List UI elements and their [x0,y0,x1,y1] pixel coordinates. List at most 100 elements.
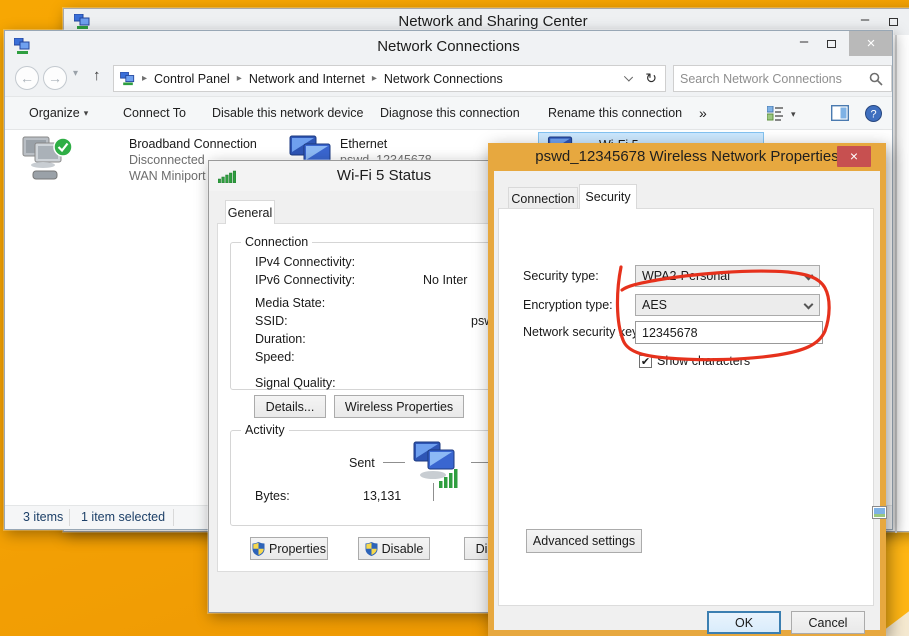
desktop: { "glyphs": { "minimize": "–", "close": … [0,0,909,636]
forward-button[interactable]: → [43,66,67,90]
tab-general-label: General [228,206,272,220]
disable-device-button[interactable]: Disable this network device [212,97,363,129]
cancel-button-label: Cancel [809,616,848,630]
sent-label: Sent [349,456,375,470]
back-button[interactable]: ← [15,66,39,90]
security-type-label: Security type: [523,269,599,283]
security-type-value: WPA2-Personal [642,269,730,283]
show-characters-checkbox[interactable]: ✔ [639,355,652,368]
search-placeholder: Search Network Connections [680,72,842,86]
nc-toolbar: Organize ▾ Connect To Disable this netwo… [5,96,892,130]
item-name: Broadband Connection [129,137,257,151]
preview-pane-icon[interactable] [831,105,849,121]
wireless-properties-button[interactable]: Wireless Properties [334,395,464,418]
connect-to-label: Connect To [123,106,186,120]
pd-titlebar: pswd_12345678 Wireless Network Propertie… [488,143,886,171]
nc-minimize-button[interactable]: – [791,31,817,57]
nsc-window-title: Network and Sharing Center [398,13,587,30]
broadband-connection-icon [21,135,73,185]
network-security-key-input[interactable]: 12345678 [635,321,823,344]
diagnose-connection-button[interactable]: Diagnose this connection [380,97,520,129]
sent-line [383,462,405,463]
item-status: Disconnected [129,153,205,167]
breadcrumb-network-connections[interactable]: Network Connections [384,72,503,86]
details-button[interactable]: Details... [254,395,326,418]
ipv6-value: No Inter [423,273,467,287]
uac-shield-icon [252,542,265,556]
pd-window-title: pswd_12345678 Wireless Network Propertie… [535,148,838,165]
details-button-label: Details... [266,400,315,414]
cancel-button[interactable]: Cancel [791,611,865,634]
tab-connection[interactable]: Connection [508,187,578,209]
up-button[interactable]: ↑ [93,67,101,84]
signal-quality-label: Signal Quality: [255,376,336,390]
list-item-broadband[interactable]: Broadband Connection Disconnected WAN Mi… [17,133,237,187]
bytes-label: Bytes: [255,489,290,503]
sw-properties-button[interactable]: Properties [250,537,328,560]
encryption-type-select[interactable]: AES [635,294,820,316]
connection-group-label: Connection [241,235,312,249]
sw-disable-button[interactable]: Disable [358,537,430,560]
ipv4-label: IPv4 Connectivity: [255,255,355,269]
advanced-settings-button[interactable]: Advanced settings [526,529,642,553]
tab-security-label: Security [585,190,630,204]
checkmark-icon: ✔ [641,356,650,368]
item-name: Ethernet [340,137,387,151]
ok-button[interactable]: OK [707,611,781,634]
organize-menu-button[interactable]: Organize ▾ [29,97,88,129]
media-state-label: Media State: [255,296,325,310]
ipv6-label: IPv6 Connectivity: [255,273,355,287]
search-input[interactable]: Search Network Connections [673,65,892,92]
view-thumbnails-icon[interactable] [872,506,887,519]
ok-button-label: OK [735,616,753,630]
address-dropdown-icon[interactable] [624,72,633,81]
back-icon: ← [20,70,34,86]
network-security-key-value: 12345678 [642,326,698,340]
tab-general[interactable]: General [225,200,275,224]
nc-titlebar: Network Connections – × [5,31,892,62]
pd-close-button[interactable]: × [837,146,871,167]
breadcrumb-control-panel[interactable]: Control Panel [154,72,230,86]
duration-label: Duration: [255,332,306,346]
forward-icon: → [48,70,62,86]
nc-close-button[interactable]: × [849,31,892,56]
search-icon[interactable] [869,72,883,86]
refresh-icon[interactable]: ↻ [645,70,657,87]
rename-connection-label: Rename this connection [548,106,682,120]
help-icon[interactable]: ? [865,105,882,122]
encryption-type-label: Encryption type: [523,298,613,312]
address-location-icon [120,72,136,86]
activity-group-label: Activity [241,423,289,437]
address-bar[interactable]: ▸ Control Panel ▸ Network and Internet ▸… [113,65,666,92]
connect-to-button[interactable]: Connect To [123,97,186,129]
network-connections-app-icon [14,38,31,55]
encryption-type-value: AES [642,298,667,312]
status-divider [173,509,174,526]
wireless-properties-label: Wireless Properties [345,400,453,414]
security-type-select[interactable]: WPA2-Personal [635,265,820,287]
disable-device-label: Disable this network device [212,106,363,120]
change-view-icon[interactable] [767,106,784,121]
sw-properties-label: Properties [269,542,326,556]
ssid-label: SSID: [255,314,288,328]
activity-adapter-icon [411,439,461,489]
nsc-scrollbar[interactable] [895,35,897,533]
crumb-sep-icon: ▸ [237,73,242,84]
tab-connection-label: Connection [511,192,574,206]
status-divider [69,509,70,526]
svg-text:?: ? [870,109,876,121]
tab-security[interactable]: Security [579,184,637,209]
breadcrumb-network-and-internet[interactable]: Network and Internet [249,72,365,86]
sw-disable-label: Disable [382,542,424,556]
organize-caret-icon: ▾ [84,108,89,119]
organize-label: Organize [29,106,80,120]
change-view-caret-icon[interactable]: ▾ [791,109,796,120]
recent-pages-caret-icon[interactable]: ▾ [73,68,78,79]
rename-connection-button[interactable]: Rename this connection [548,97,682,129]
toolbar-overflow-button[interactable]: » [699,97,707,129]
show-characters-label: Show characters [657,354,750,368]
diagnose-connection-label: Diagnose this connection [380,106,520,120]
nc-maximize-button[interactable] [818,31,844,57]
status-items-count: 3 items [23,510,63,524]
advanced-settings-label: Advanced settings [533,534,635,548]
